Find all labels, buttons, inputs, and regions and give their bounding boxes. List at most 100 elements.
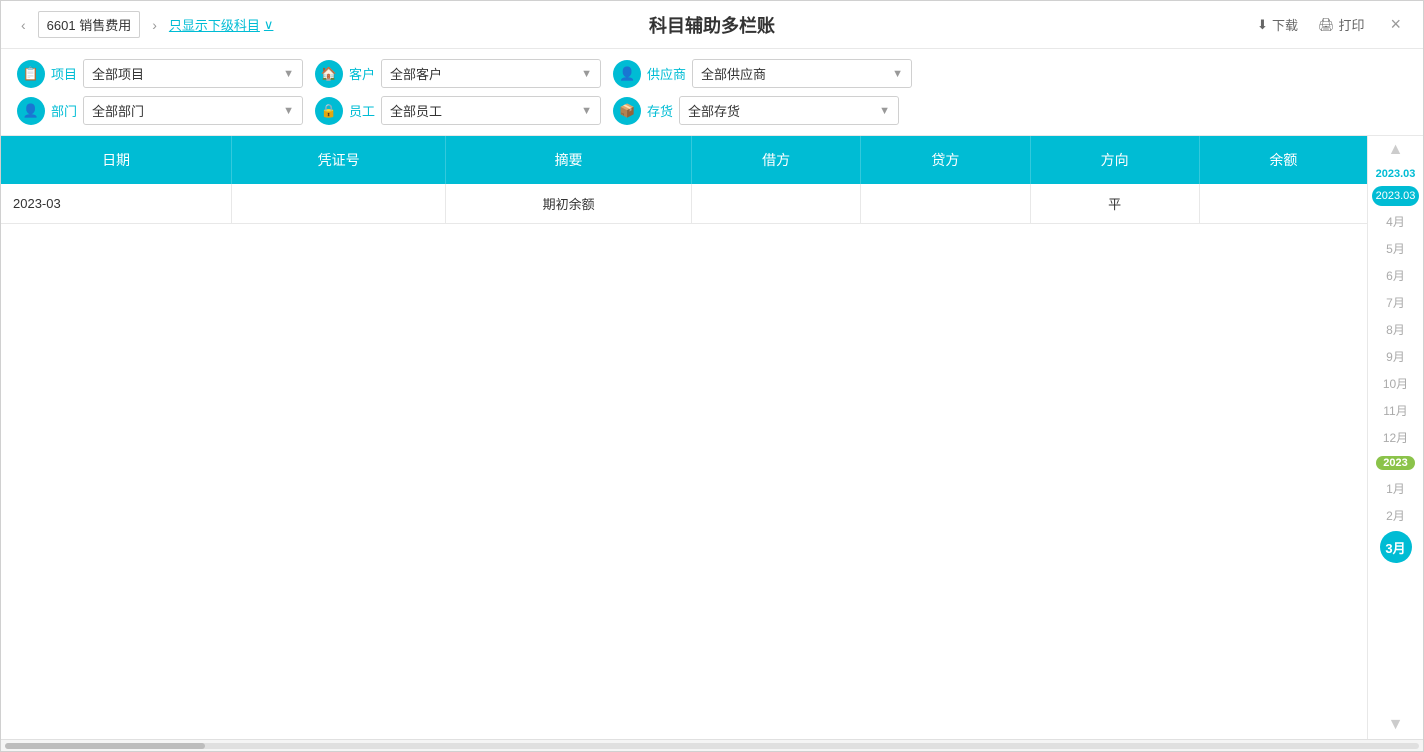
timeline-month-11[interactable]: 11月 — [1368, 397, 1423, 424]
scroll-track — [5, 743, 1419, 749]
supplier-value: 全部供应商 — [701, 64, 766, 83]
next-account-btn[interactable]: › — [148, 15, 161, 35]
bottom-scrollbar[interactable] — [1, 739, 1423, 751]
scroll-thumb — [5, 743, 205, 749]
supplier-filter-item: 👤 供应商 全部供应商 ▼ — [613, 59, 912, 88]
customer-icon: 🏠 — [315, 60, 343, 88]
project-label: 项目 — [51, 64, 77, 83]
supplier-select[interactable]: 全部供应商 ▼ — [692, 59, 912, 88]
title-right: ⬇ 下载 🖨 打印 × — [1257, 12, 1407, 37]
show-sub-label: 只显示下级科目 — [169, 15, 260, 34]
print-btn[interactable]: 🖨 打印 — [1318, 15, 1365, 34]
project-icon: 📋 — [17, 60, 45, 88]
timeline-month-7[interactable]: 7月 — [1368, 289, 1423, 316]
timeline-month-10[interactable]: 10月 — [1368, 370, 1423, 397]
timeline-month-9[interactable]: 9月 — [1368, 343, 1423, 370]
cell-direction: 平 — [1030, 184, 1199, 224]
cell-voucher — [232, 184, 446, 224]
project-filter-item: 📋 项目 全部项目 ▼ — [17, 59, 303, 88]
filter-row-1: 📋 项目 全部项目 ▼ 🏠 客户 全部客户 ▼ 👤 供应商 — [17, 59, 1407, 88]
ledger-table: 日期 凭证号 摘要 借方 贷方 方向 余额 2023-03 — [1, 136, 1367, 224]
col-date: 日期 — [1, 136, 232, 184]
inventory-filter-item: 📦 存货 全部存货 ▼ — [613, 96, 899, 125]
project-arrow-icon: ▼ — [283, 68, 294, 80]
timeline-month-5[interactable]: 5月 — [1368, 235, 1423, 262]
timeline-month-2[interactable]: 2月 — [1368, 502, 1423, 529]
dept-filter-item: 👤 部门 全部部门 ▼ — [17, 96, 303, 125]
print-label: 打印 — [1338, 15, 1364, 34]
employee-filter-item: 🔒 员工 全部员工 ▼ — [315, 96, 601, 125]
inventory-label: 存货 — [647, 101, 673, 120]
timeline-month-6[interactable]: 6月 — [1368, 262, 1423, 289]
table-scroll-area[interactable]: 日期 凭证号 摘要 借方 贷方 方向 余额 2023-03 — [1, 136, 1367, 739]
title-bar: ‹ 6601 销售费用 › 只显示下级科目 ∨ 科目辅助多栏账 ⬇ 下载 🖨 打… — [1, 1, 1423, 49]
dept-value: 全部部门 — [92, 101, 144, 120]
show-sub-accounts-btn[interactable]: 只显示下级科目 ∨ — [169, 15, 274, 34]
cell-date: 2023-03 — [1, 184, 232, 224]
inventory-value: 全部存货 — [688, 101, 740, 120]
supplier-icon: 👤 — [613, 60, 641, 88]
inventory-arrow-icon: ▼ — [879, 105, 890, 117]
cell-balance — [1199, 184, 1367, 224]
project-select[interactable]: 全部项目 ▼ — [83, 59, 303, 88]
customer-arrow-icon: ▼ — [581, 68, 592, 80]
col-voucher: 凭证号 — [232, 136, 446, 184]
inventory-select[interactable]: 全部存货 ▼ — [679, 96, 899, 125]
download-btn[interactable]: ⬇ 下载 — [1257, 15, 1298, 34]
main-window: ‹ 6601 销售费用 › 只显示下级科目 ∨ 科目辅助多栏账 ⬇ 下载 🖨 打… — [0, 0, 1424, 752]
employee-label: 员工 — [349, 101, 375, 120]
project-value: 全部项目 — [92, 64, 144, 83]
employee-arrow-icon: ▼ — [581, 105, 592, 117]
timeline-period-active[interactable]: 2023.03 — [1372, 186, 1419, 206]
dept-arrow-icon: ▼ — [283, 105, 294, 117]
dept-icon: 👤 — [17, 97, 45, 125]
col-direction: 方向 — [1030, 136, 1199, 184]
table-container: 日期 凭证号 摘要 借方 贷方 方向 余额 2023-03 — [1, 136, 1423, 739]
download-label: 下载 — [1272, 15, 1298, 34]
cell-debit — [692, 184, 861, 224]
timeline-down-btn[interactable]: ▼ — [1368, 711, 1423, 739]
col-debit: 借方 — [692, 136, 861, 184]
table-row: 2023-03 期初余额 平 — [1, 184, 1367, 224]
print-icon: 🖨 — [1318, 17, 1335, 33]
timeline-month-12[interactable]: 12月 — [1368, 424, 1423, 451]
main-content: 日期 凭证号 摘要 借方 贷方 方向 余额 2023-03 — [1, 136, 1423, 751]
prev-account-btn[interactable]: ‹ — [17, 15, 30, 35]
supplier-label: 供应商 — [647, 64, 686, 83]
show-sub-arrow-icon: ∨ — [264, 17, 274, 33]
supplier-arrow-icon: ▼ — [892, 68, 903, 80]
filter-area: 📋 项目 全部项目 ▼ 🏠 客户 全部客户 ▼ 👤 供应商 — [1, 49, 1423, 136]
col-credit: 贷方 — [861, 136, 1030, 184]
timeline-month-4[interactable]: 4月 — [1368, 208, 1423, 235]
filter-row-2: 👤 部门 全部部门 ▼ 🔒 员工 全部员工 ▼ 📦 存货 — [17, 96, 1407, 125]
employee-icon: 🔒 — [315, 97, 343, 125]
timeline-month-8[interactable]: 8月 — [1368, 316, 1423, 343]
employee-select[interactable]: 全部员工 ▼ — [381, 96, 601, 125]
side-timeline: ▲ 2023.03 2023.03 4月 5月 6月 7月 8月 9月 10月 … — [1367, 136, 1423, 739]
customer-value: 全部客户 — [390, 64, 442, 83]
timeline-month-3-active[interactable]: 3月 — [1380, 531, 1412, 563]
page-title: 科目辅助多栏账 — [649, 12, 775, 38]
timeline-period-2023-03-top[interactable]: 2023.03 — [1368, 164, 1423, 184]
inventory-icon: 📦 — [613, 97, 641, 125]
cell-summary: 期初余额 — [446, 184, 692, 224]
year-badge-label: 2023 — [1376, 456, 1414, 470]
close-btn[interactable]: × — [1384, 12, 1407, 37]
customer-filter-item: 🏠 客户 全部客户 ▼ — [315, 59, 601, 88]
title-left: ‹ 6601 销售费用 › 只显示下级科目 ∨ — [17, 11, 273, 38]
dept-label: 部门 — [51, 101, 77, 120]
col-summary: 摘要 — [446, 136, 692, 184]
table-header-row: 日期 凭证号 摘要 借方 贷方 方向 余额 — [1, 136, 1367, 184]
account-code-display: 6601 销售费用 — [38, 11, 141, 38]
timeline-month-1[interactable]: 1月 — [1368, 475, 1423, 502]
dept-select[interactable]: 全部部门 ▼ — [83, 96, 303, 125]
customer-select[interactable]: 全部客户 ▼ — [381, 59, 601, 88]
customer-label: 客户 — [349, 64, 375, 83]
col-balance: 余额 — [1199, 136, 1367, 184]
table-body: 2023-03 期初余额 平 — [1, 184, 1367, 224]
cell-credit — [861, 184, 1030, 224]
employee-value: 全部员工 — [390, 101, 442, 120]
timeline-year-badge[interactable]: 2023 — [1368, 451, 1423, 475]
download-icon: ⬇ — [1257, 17, 1268, 33]
timeline-up-btn[interactable]: ▲ — [1368, 136, 1423, 164]
